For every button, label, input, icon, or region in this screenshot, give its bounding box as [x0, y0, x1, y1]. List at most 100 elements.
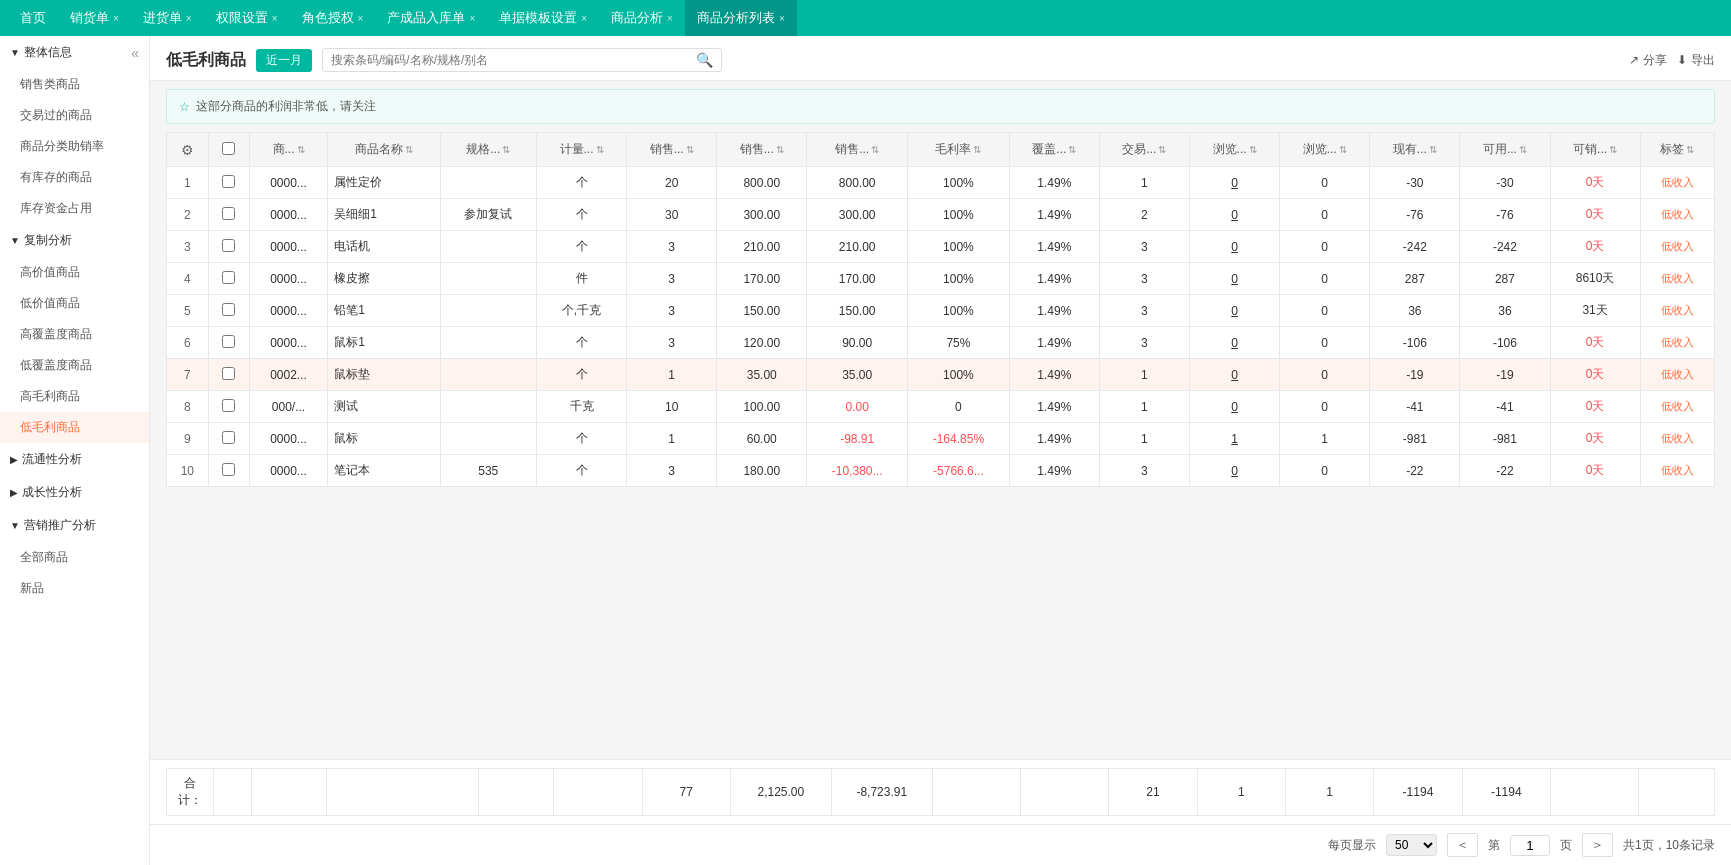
page-size-label: 每页显示: [1328, 837, 1376, 854]
row-browse1[interactable]: 0: [1190, 391, 1280, 423]
col-browse1[interactable]: 浏览...⇅: [1190, 133, 1280, 167]
row-unit: 个: [536, 231, 626, 263]
row-select-checkbox[interactable]: [222, 271, 235, 284]
row-browse1[interactable]: 1: [1190, 423, 1280, 455]
period-button[interactable]: 近一月: [256, 49, 312, 72]
row-checkbox[interactable]: [208, 359, 249, 391]
sidebar-item-high-value[interactable]: 高价值商品: [0, 257, 149, 288]
row-checkbox[interactable]: [208, 167, 249, 199]
sidebar-item-low-coverage[interactable]: 低覆盖度商品: [0, 350, 149, 381]
sidebar-item-capital[interactable]: 库存资金占用: [0, 193, 149, 224]
sidebar-item-high-coverage[interactable]: 高覆盖度商品: [0, 319, 149, 350]
row-select-checkbox[interactable]: [222, 367, 235, 380]
row-select-checkbox[interactable]: [222, 175, 235, 188]
row-browse1[interactable]: 0: [1190, 199, 1280, 231]
nav-close-template[interactable]: ×: [581, 13, 587, 24]
col-sale-days[interactable]: 可销...⇅: [1550, 133, 1640, 167]
row-select-checkbox[interactable]: [222, 335, 235, 348]
row-checkbox[interactable]: [208, 391, 249, 423]
sidebar-item-traded-products[interactable]: 交易过的商品: [0, 100, 149, 131]
sidebar-item-category-rate[interactable]: 商品分类助销率: [0, 131, 149, 162]
row-checkbox[interactable]: [208, 199, 249, 231]
next-page-button[interactable]: ＞: [1582, 833, 1613, 857]
col-name[interactable]: 商品名称⇅: [328, 133, 440, 167]
col-trade[interactable]: 交易...⇅: [1099, 133, 1189, 167]
row-browse1[interactable]: 0: [1190, 455, 1280, 487]
nav-close-role-auth[interactable]: ×: [358, 13, 364, 24]
nav-purchase[interactable]: 进货单×: [131, 0, 204, 36]
page-input[interactable]: [1510, 835, 1550, 856]
row-checkbox[interactable]: [208, 263, 249, 295]
row-browse1[interactable]: 0: [1190, 167, 1280, 199]
sidebar-header-value[interactable]: ▼ 复制分析: [0, 224, 149, 257]
sidebar-header-growth[interactable]: ▶ 成长性分析: [0, 476, 149, 509]
row-days: 0天: [1550, 359, 1640, 391]
nav-product-analysis-list[interactable]: 商品分析列表×: [685, 0, 797, 36]
nav-sales[interactable]: 销货单×: [58, 0, 131, 36]
row-checkbox[interactable]: [208, 327, 249, 359]
row-browse1[interactable]: 0: [1190, 263, 1280, 295]
nav-role-auth[interactable]: 角色授权×: [290, 0, 376, 36]
share-button[interactable]: ↗ 分享: [1629, 52, 1667, 69]
row-select-checkbox[interactable]: [222, 399, 235, 412]
row-spec: [440, 263, 536, 295]
row-browse1[interactable]: 0: [1190, 231, 1280, 263]
row-browse1[interactable]: 0: [1190, 295, 1280, 327]
row-code: 0000...: [249, 423, 328, 455]
nav-close-sales[interactable]: ×: [113, 13, 119, 24]
search-input[interactable]: [331, 53, 696, 67]
col-unit[interactable]: 计量...⇅: [536, 133, 626, 167]
search-icon[interactable]: 🔍: [696, 52, 713, 68]
nav-product-analysis[interactable]: 商品分析×: [599, 0, 685, 36]
row-browse1[interactable]: 0: [1190, 327, 1280, 359]
col-browse2[interactable]: 浏览...⇅: [1280, 133, 1370, 167]
sidebar-item-new-products[interactable]: 新品: [0, 573, 149, 604]
col-code[interactable]: 商...⇅: [249, 133, 328, 167]
sidebar-item-low-profit[interactable]: 低毛利商品: [0, 412, 149, 443]
col-checkbox[interactable]: [208, 133, 249, 167]
sidebar-header-marketing[interactable]: ▼ 营销推广分析: [0, 509, 149, 542]
row-checkbox[interactable]: [208, 295, 249, 327]
nav-home[interactable]: 首页: [8, 0, 58, 36]
row-select-checkbox[interactable]: [222, 303, 235, 316]
nav-product-in[interactable]: 产成品入库单×: [375, 0, 487, 36]
col-settings[interactable]: ⚙: [167, 133, 209, 167]
sidebar-item-sales-products[interactable]: 销售类商品: [0, 69, 149, 100]
sidebar-item-all-products[interactable]: 全部商品: [0, 542, 149, 573]
sidebar-item-in-stock[interactable]: 有库存的商品: [0, 162, 149, 193]
nav-template[interactable]: 单据模板设置×: [487, 0, 599, 36]
col-spec[interactable]: 规格...⇅: [440, 133, 536, 167]
sidebar-collapse-btn[interactable]: «: [131, 45, 139, 61]
row-checkbox[interactable]: [208, 423, 249, 455]
row-select-checkbox[interactable]: [222, 239, 235, 252]
col-qty[interactable]: 销售...⇅: [627, 133, 717, 167]
row-checkbox[interactable]: [208, 231, 249, 263]
nav-close-permissions[interactable]: ×: [272, 13, 278, 24]
nav-close-product-analysis[interactable]: ×: [667, 13, 673, 24]
sidebar-item-low-value[interactable]: 低价值商品: [0, 288, 149, 319]
col-sale-amt[interactable]: 销售...⇅: [807, 133, 908, 167]
col-price[interactable]: 销售...⇅: [717, 133, 807, 167]
col-coverage[interactable]: 覆盖...⇅: [1009, 133, 1099, 167]
prev-page-button[interactable]: ＜: [1447, 833, 1478, 857]
nav-close-product-in[interactable]: ×: [469, 13, 475, 24]
row-select-checkbox[interactable]: [222, 431, 235, 444]
select-all-checkbox[interactable]: [222, 142, 235, 155]
sidebar-item-high-profit[interactable]: 高毛利商品: [0, 381, 149, 412]
row-select-checkbox[interactable]: [222, 207, 235, 220]
export-button[interactable]: ⬇ 导出: [1677, 52, 1715, 69]
row-browse1[interactable]: 0: [1190, 359, 1280, 391]
col-tag[interactable]: 标签⇅: [1640, 133, 1714, 167]
sidebar-header-overall[interactable]: ▼ 整体信息 «: [0, 36, 149, 69]
row-checkbox[interactable]: [208, 455, 249, 487]
settings-icon[interactable]: ⚙: [181, 142, 194, 158]
col-margin[interactable]: 毛利率⇅: [908, 133, 1010, 167]
nav-permissions[interactable]: 权限设置×: [204, 0, 290, 36]
nav-close-product-analysis-list[interactable]: ×: [779, 13, 785, 24]
col-avail[interactable]: 可用...⇅: [1460, 133, 1550, 167]
nav-close-purchase[interactable]: ×: [186, 13, 192, 24]
page-size-select[interactable]: 50 100 200: [1386, 834, 1437, 856]
row-select-checkbox[interactable]: [222, 463, 235, 476]
col-stock[interactable]: 现有...⇅: [1370, 133, 1460, 167]
sidebar-header-circulation[interactable]: ▶ 流通性分析: [0, 443, 149, 476]
